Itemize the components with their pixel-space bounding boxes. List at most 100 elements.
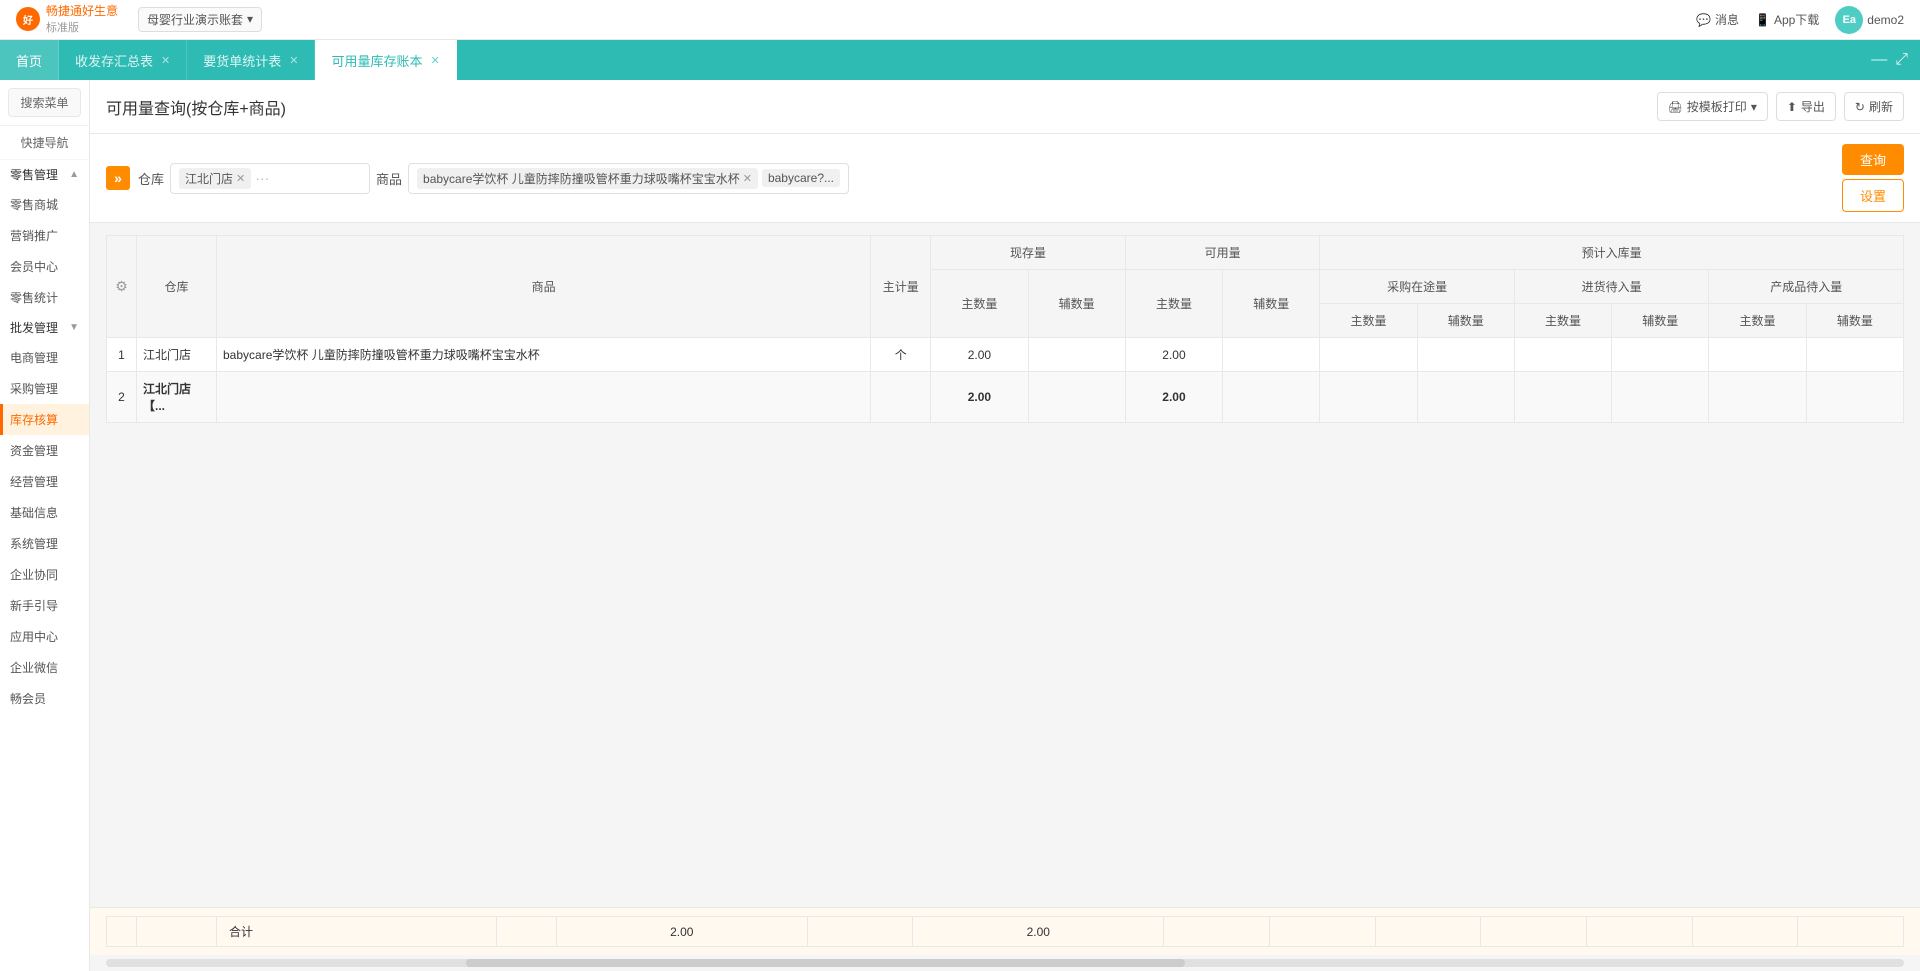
wholesale-arrow-icon: ▼: [69, 322, 79, 333]
tab-order-stat[interactable]: 要货单统计表 ✕: [187, 40, 315, 80]
row2-avail-aux: [1223, 372, 1320, 423]
filter-toggle-button[interactable]: »: [106, 166, 130, 190]
warehouse-more-indicator: ···: [255, 170, 269, 186]
row2-prod-aux: [1806, 372, 1903, 423]
avail-main-qty-header: 主数量: [1125, 270, 1222, 338]
sidebar-item-retail-stat[interactable]: 零售统计: [0, 282, 89, 313]
row2-warehouse: 江北门店【...: [137, 372, 217, 423]
sidebar-item-app-center[interactable]: 应用中心: [0, 621, 89, 652]
sidebar-item-purchase[interactable]: 采购管理: [0, 373, 89, 404]
sidebar-item-ecommerce[interactable]: 电商管理: [0, 342, 89, 373]
product-pending-aux: 辅数量: [1806, 304, 1903, 338]
current-stock-header: 现存量: [931, 236, 1126, 270]
avail-aux-qty-header: 辅数量: [1223, 270, 1320, 338]
horizontal-scrollbar-thumb[interactable]: [466, 959, 1185, 967]
setting-button[interactable]: 设置: [1842, 179, 1904, 212]
row1-prod-main: [1709, 338, 1806, 372]
sidebar-item-system[interactable]: 系统管理: [0, 528, 89, 559]
sidebar-item-operation[interactable]: 经营管理: [0, 466, 89, 497]
incoming-pending-header: 进货待入量: [1514, 270, 1709, 304]
sidebar-item-member2[interactable]: 畅会员: [0, 683, 89, 714]
logo-icon: 好: [16, 7, 40, 31]
row1-avail-main: 2.00: [1125, 338, 1222, 372]
retail-arrow-icon: ▲: [69, 169, 79, 180]
chevron-down-icon: ▾: [247, 12, 253, 26]
available-header: 可用量: [1125, 236, 1320, 270]
tab-close-receive[interactable]: ✕: [161, 54, 170, 67]
product-tag1-close[interactable]: ✕: [743, 172, 752, 185]
row1-warehouse: 江北门店: [137, 338, 217, 372]
settings-col-header: ⚙: [107, 236, 137, 338]
table-row: 2 江北门店【... 2.00 2.00: [107, 372, 1904, 423]
top-bar: 好 畅捷通好生意 标准版 母婴行业演示账套 ▾ 💬 消息 📱 App下载 Ea …: [0, 0, 1920, 40]
product-tag-1: babycare学饮杯 儿童防摔防撞吸管杯重力球吸嘴杯宝宝水杯 ✕: [417, 168, 758, 189]
tab-spacer: [457, 40, 1859, 80]
sidebar-item-wholesale[interactable]: 批发管理 ▼: [0, 313, 89, 342]
row1-inc-main: [1514, 338, 1611, 372]
tab-available[interactable]: 可用量库存账本 ✕: [315, 40, 456, 80]
sidebar-item-retail[interactable]: 零售管理 ▲: [0, 160, 89, 189]
tab-receive[interactable]: 收发存汇总表 ✕: [59, 40, 187, 80]
print-button[interactable]: 🖨 按模板打印 ▾: [1657, 92, 1768, 121]
page-actions: 🖨 按模板打印 ▾ ⬆ 导出 ↻ 刷新: [1657, 92, 1904, 121]
order-stat-tab-label: 要货单统计表: [203, 51, 281, 70]
total-stock-main: 2.00: [556, 917, 807, 947]
row1-prod-aux: [1806, 338, 1903, 372]
row1-inc-aux: [1612, 338, 1709, 372]
row1-pur-main: [1320, 338, 1417, 372]
refresh-button[interactable]: ↻ 刷新: [1844, 92, 1904, 121]
logo-text: 畅捷通好生意 标准版: [46, 4, 118, 34]
app-download-button[interactable]: 📱 App下载: [1755, 11, 1819, 28]
print-arrow-icon: ▾: [1751, 100, 1757, 114]
sidebar-item-marketing[interactable]: 营销推广: [0, 220, 89, 251]
main-unit-col-header: 主计量: [871, 236, 931, 338]
row2-stock-main: 2.00: [931, 372, 1028, 423]
warehouse-tag: 江北门店 ✕: [179, 168, 251, 189]
sidebar: 搜索菜单 快捷导航 零售管理 ▲ 零售商城 营销推广 会员中心 零售统计 批发管…: [0, 80, 90, 971]
row2-avail-main: 2.00: [1125, 372, 1222, 423]
search-menu-button[interactable]: 搜索菜单: [8, 88, 81, 117]
sidebar-item-quick-nav[interactable]: 快捷导航: [0, 126, 89, 160]
warehouse-tag-close[interactable]: ✕: [236, 172, 245, 185]
column-settings-icon[interactable]: ⚙: [115, 278, 128, 294]
table-row: 1 江北门店 babycare学饮杯 儿童防摔防撞吸管杯重力球吸嘴杯宝宝水杯 个…: [107, 338, 1904, 372]
total-row: 合计 2.00 2.00: [90, 907, 1920, 955]
sidebar-item-wechat[interactable]: 企业微信: [0, 652, 89, 683]
row2-inc-main: [1514, 372, 1611, 423]
sidebar-item-inventory[interactable]: 库存核算: [0, 404, 89, 435]
tab-close-order-stat[interactable]: ✕: [289, 54, 298, 67]
row2-product: [217, 372, 871, 423]
sidebar-item-member[interactable]: 会员中心: [0, 251, 89, 282]
sidebar-item-enterprise[interactable]: 企业协同: [0, 559, 89, 590]
message-button[interactable]: 💬 消息: [1696, 11, 1739, 28]
row1-stock-main: 2.00: [931, 338, 1028, 372]
sidebar-item-retail-shop[interactable]: 零售商城: [0, 189, 89, 220]
receive-tab-label: 收发存汇总表: [75, 51, 153, 70]
tab-bar: 首页 收发存汇总表 ✕ 要货单统计表 ✕ 可用量库存账本 ✕ — ⤢: [0, 40, 1920, 80]
product-filter-input[interactable]: babycare学饮杯 儿童防摔防撞吸管杯重力球吸嘴杯宝宝水杯 ✕ babyca…: [408, 163, 849, 194]
available-tab-label: 可用量库存账本: [331, 51, 422, 70]
product-pending-main: 主数量: [1709, 304, 1806, 338]
minimize-icon[interactable]: —: [1871, 51, 1887, 69]
query-button[interactable]: 查询: [1842, 144, 1904, 175]
total-label: 合计: [217, 917, 497, 947]
user-profile[interactable]: Ea demo2: [1835, 6, 1904, 34]
export-button[interactable]: ⬆ 导出: [1776, 92, 1836, 121]
sidebar-item-basic[interactable]: 基础信息: [0, 497, 89, 528]
sidebar-item-finance[interactable]: 资金管理: [0, 435, 89, 466]
tab-close-available[interactable]: ✕: [431, 54, 440, 67]
industry-selector[interactable]: 母婴行业演示账套 ▾: [138, 7, 262, 32]
maximize-icon[interactable]: ⤢: [1895, 51, 1908, 69]
main-layout: 搜索菜单 快捷导航 零售管理 ▲ 零售商城 营销推广 会员中心 零售统计 批发管…: [0, 80, 1920, 971]
filter-group: 仓库 江北门店 ✕ ··· 商品 babycare学饮杯 儿童防摔防撞吸管杯重力…: [138, 163, 1834, 194]
tab-home[interactable]: 首页: [0, 40, 59, 80]
sidebar-item-guide[interactable]: 新手引导: [0, 590, 89, 621]
product-filter-label: 商品: [376, 169, 402, 188]
row2-prod-main: [1709, 372, 1806, 423]
row2-stock-aux: [1028, 372, 1125, 423]
warehouse-filter-input[interactable]: 江北门店 ✕ ···: [170, 163, 370, 194]
total-avail-main: 2.00: [913, 917, 1164, 947]
tab-window-actions: — ⤢: [1859, 40, 1920, 80]
horizontal-scrollbar-track[interactable]: [106, 959, 1904, 967]
export-icon: ⬆: [1787, 100, 1797, 114]
